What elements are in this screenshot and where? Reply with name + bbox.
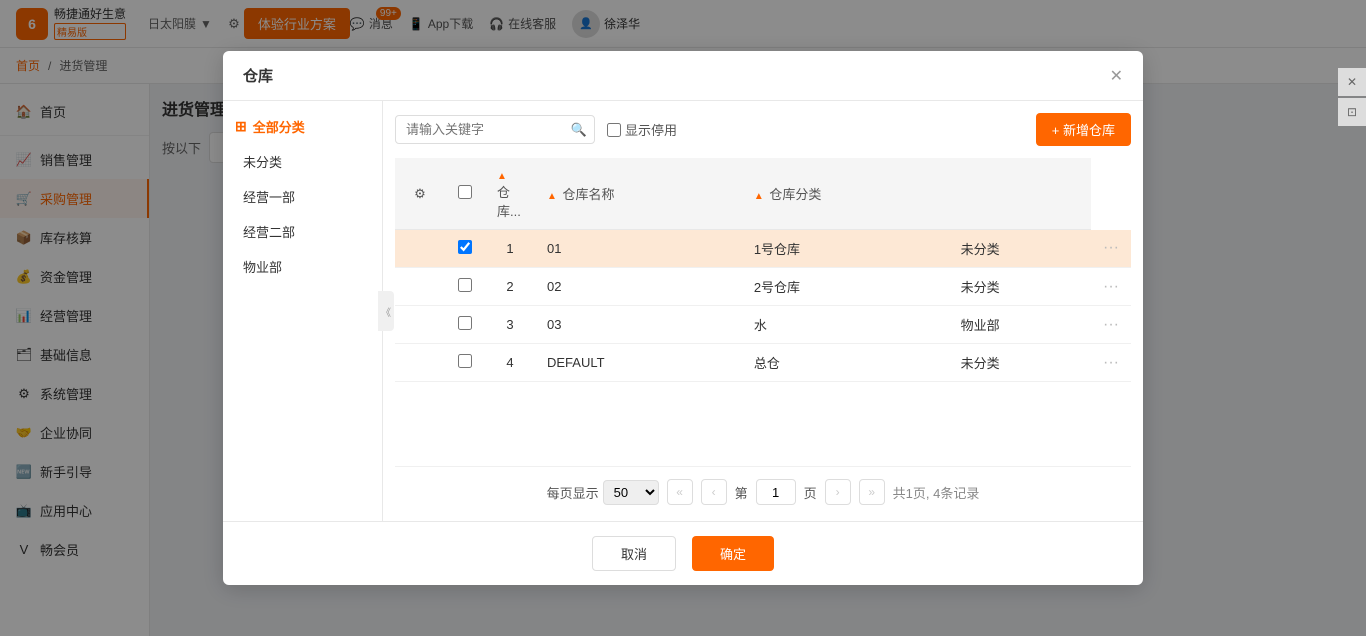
row-more-2[interactable]: ··· [1091,306,1131,344]
sort-icon-name: ▲ [547,191,557,202]
table-row[interactable]: 4 DEFAULT 总仓 未分类 ··· [395,344,1131,382]
page-unit: 页 [804,483,817,502]
row-more-0[interactable]: ··· [1091,230,1131,268]
page-total: 共1页, 4条记录 [893,483,980,502]
select-all-checkbox[interactable] [458,185,472,199]
modal-body: ⊞ 全部分类 未分类 经营一部 经营二部 物业部 《 🔍 [223,101,1143,521]
category-all[interactable]: ⊞ 全部分类 [223,109,382,144]
row-category-2: 物业部 [949,306,1091,344]
row-code-0: 01 [535,230,742,268]
th-gear: ⚙ [395,158,445,230]
row-name-3: 总仓 [742,344,949,382]
per-page-control: 每页显示 50 100 200 [547,480,659,505]
row-code-3: DEFAULT [535,344,742,382]
modal-main-panel: 🔍 显示停用 + 新增仓库 ⚙ ▲ [383,101,1143,521]
warehouse-modal: 仓库 ✕ ⊞ 全部分类 未分类 经营一部 经营二部 物业部 《 [223,51,1143,585]
row-more-3[interactable]: ··· [1091,344,1131,382]
row-more-1[interactable]: ··· [1091,268,1131,306]
pagination: 每页显示 50 100 200 « ‹ 第 页 › » 共1页, 4条记录 [395,466,1131,509]
category-collapse-btn[interactable]: 《 [378,291,394,331]
sort-icon-cat: ▲ [754,191,764,202]
th-category: ▲ 仓库分类 [742,158,949,230]
modal-footer: 取消 确定 [223,521,1143,585]
modal-header: 仓库 ✕ [223,51,1143,101]
search-input-wrap: 🔍 [395,115,595,144]
row-name-1: 2号仓库 [742,268,949,306]
row-category-3: 未分类 [949,344,1091,382]
row-no-2: 3 [485,306,535,344]
grid-icon: ⊞ [235,118,247,135]
category-item-ops1[interactable]: 经营一部 [223,179,382,214]
category-all-label: 全部分类 [253,117,305,136]
col-header-code: 仓库... [497,185,521,219]
row-category-1: 未分类 [949,268,1091,306]
row-name-0: 1号仓库 [742,230,949,268]
row-category-0: 未分类 [949,230,1091,268]
col-header-category: 仓库分类 [769,187,821,202]
col-header-name: 仓库名称 [563,187,615,202]
page-label: 第 [735,483,748,502]
window-controls: ✕ ⊡ [1338,68,1366,126]
row-name-2: 水 [742,306,949,344]
first-page-btn[interactable]: « [667,479,693,505]
per-page-label: 每页显示 [547,483,599,502]
th-code: ▲ 仓库... [485,158,535,230]
resize-window-btn[interactable]: ⊡ [1338,98,1366,126]
row-gear-1 [395,268,445,306]
category-sidebar: ⊞ 全部分类 未分类 经营一部 经营二部 物业部 《 [223,101,383,521]
next-page-btn[interactable]: › [825,479,851,505]
last-page-btn[interactable]: » [859,479,885,505]
row-check-3[interactable] [445,344,485,382]
sort-icon-code: ▲ [497,171,507,182]
warehouse-table: ⚙ ▲ 仓库... ▲ 仓库名称 ▲ [395,158,1131,382]
row-no-3: 4 [485,344,535,382]
th-more [949,158,1091,230]
modal-close-btn[interactable]: ✕ [1110,66,1123,86]
table-row[interactable]: 2 02 2号仓库 未分类 ··· [395,268,1131,306]
search-input[interactable] [395,115,595,144]
row-gear-3 [395,344,445,382]
search-icon[interactable]: 🔍 [571,122,587,138]
add-warehouse-btn[interactable]: + 新增仓库 [1036,113,1131,146]
row-no-1: 2 [485,268,535,306]
table-body: 1 01 1号仓库 未分类 ··· 2 02 2号仓库 未分类 ··· 3 03… [395,230,1131,382]
category-item-uncategorized[interactable]: 未分类 [223,144,382,179]
modal-backdrop: 仓库 ✕ ⊞ 全部分类 未分类 经营一部 经营二部 物业部 《 [0,0,1366,636]
show-disabled-label: 显示停用 [607,120,677,139]
cancel-btn[interactable]: 取消 [592,536,676,571]
table-row[interactable]: 1 01 1号仓库 未分类 ··· [395,230,1131,268]
row-code-1: 02 [535,268,742,306]
search-bar: 🔍 显示停用 + 新增仓库 [395,113,1131,146]
row-gear-0 [395,230,445,268]
confirm-btn[interactable]: 确定 [692,536,774,571]
table-row[interactable]: 3 03 水 物业部 ··· [395,306,1131,344]
row-gear-2 [395,306,445,344]
row-check-2[interactable] [445,306,485,344]
table-header: ⚙ ▲ 仓库... ▲ 仓库名称 ▲ [395,158,1131,230]
row-check-0[interactable] [445,230,485,268]
show-disabled-text: 显示停用 [625,120,677,139]
th-name: ▲ 仓库名称 [535,158,742,230]
per-page-select[interactable]: 50 100 200 [603,480,659,505]
category-item-ops2[interactable]: 经营二部 [223,214,382,249]
row-check-1[interactable] [445,268,485,306]
close-window-btn[interactable]: ✕ [1338,68,1366,96]
page-input[interactable] [756,479,796,505]
show-disabled-checkbox[interactable] [607,123,621,137]
row-no-0: 1 [485,230,535,268]
row-code-2: 03 [535,306,742,344]
category-item-property[interactable]: 物业部 [223,249,382,284]
th-check [445,158,485,230]
prev-page-btn[interactable]: ‹ [701,479,727,505]
modal-title: 仓库 [243,65,273,86]
